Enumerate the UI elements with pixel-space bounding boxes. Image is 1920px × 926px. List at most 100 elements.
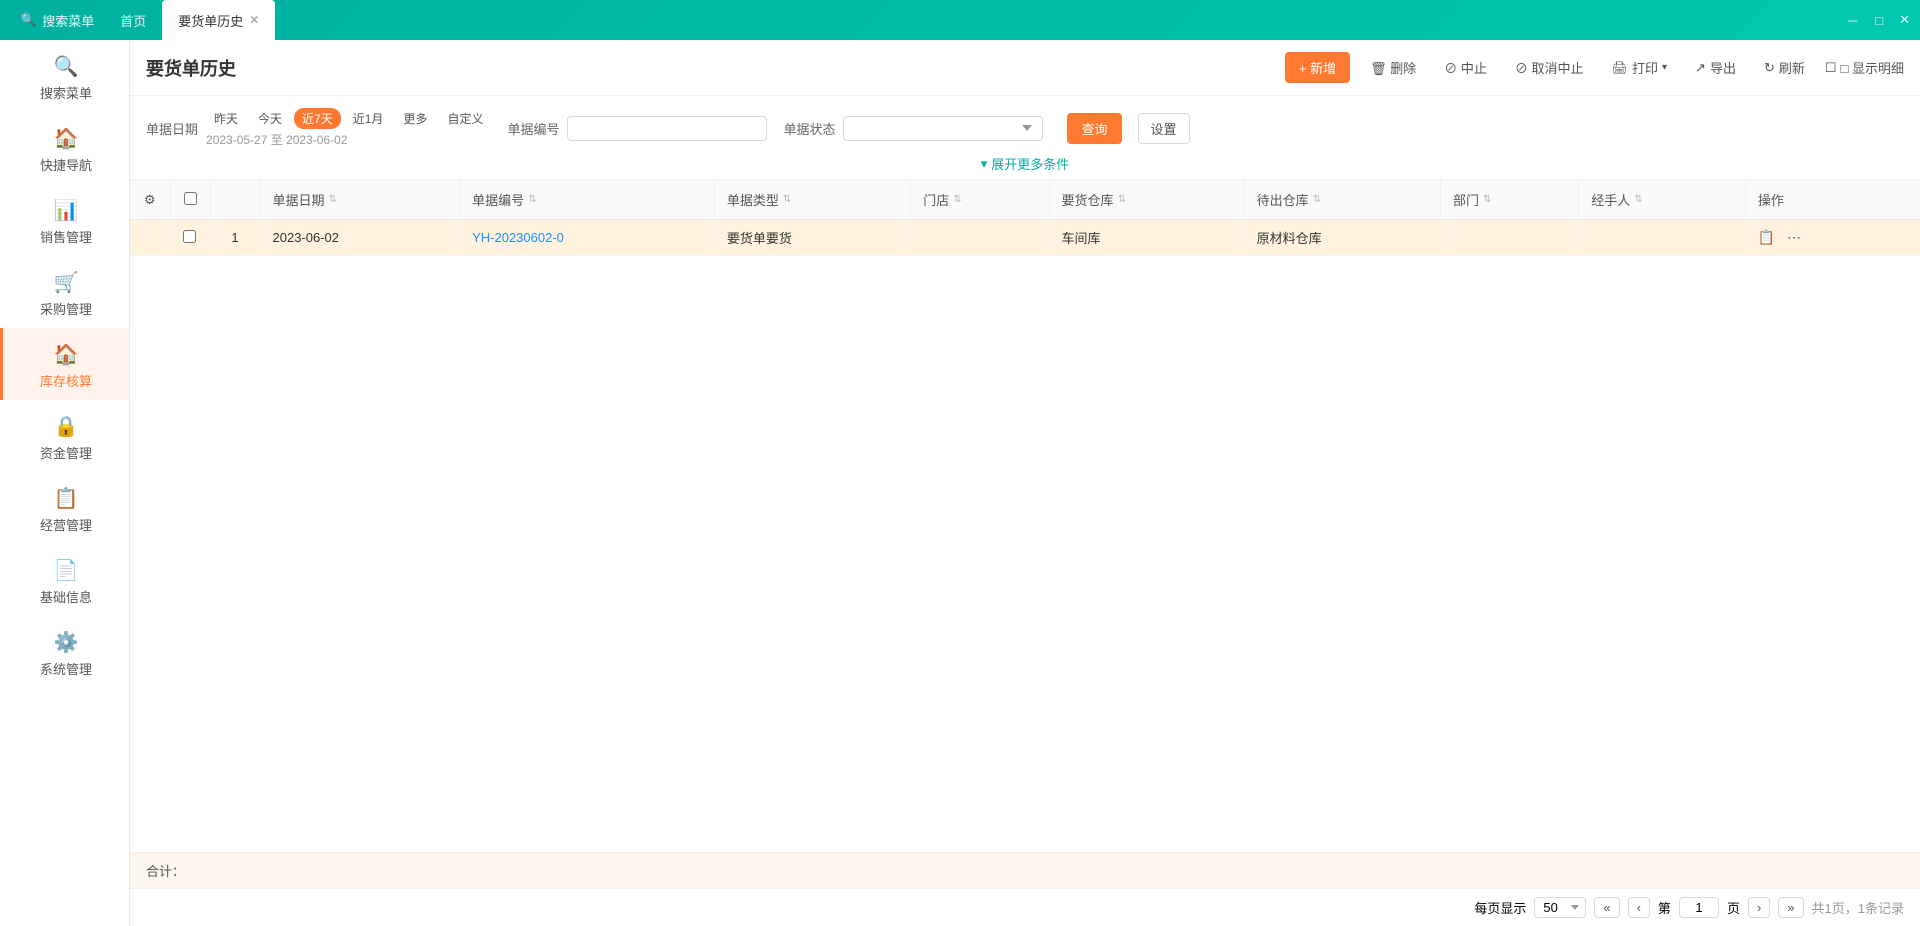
footer-total-label: 合计： [146,864,185,879]
col-settings[interactable]: ⚙ [130,180,170,220]
col-handler[interactable]: 经手人 ⇅ [1579,180,1746,220]
row-pending-warehouse: 原材料仓库 [1244,220,1440,256]
col-doc-no[interactable]: 单据编号 ⇅ [460,180,715,220]
stop-button[interactable]: ⊘ 中止 [1436,53,1495,82]
date-last7days[interactable]: 近7天 [294,108,341,129]
sidebar-item-quick-nav[interactable]: 🏠 快捷导航 [0,112,129,184]
system-icon: ⚙️ [54,630,79,655]
purchase-icon: 🛒 [54,270,79,295]
page-title: 要货单历史 [146,55,1285,81]
row-store [911,220,1049,256]
pagination-bar: 每页显示 10 20 50 100 « ‹ 第 页 › » 共1页，1条记录 [130,888,1920,926]
col-num [210,180,260,220]
toolbar: + 新增 🗑 删除 ⊘ 中止 ⊘ 取消中止 🖨 🖨 打印 打印 ▾ ↗ 导出 ↻… [1285,52,1904,83]
row-more-icon[interactable]: ⋯ [1787,229,1801,245]
maximize-icon[interactable]: □ [1875,13,1883,28]
tab-home[interactable]: 首页 [104,0,162,40]
col-store[interactable]: 门店 ⇅ [911,180,1049,220]
search-menu-label: 搜索菜单 [42,11,94,30]
row-settings [130,220,170,256]
row-actions: 📋 ⋯ [1745,220,1920,256]
date-custom[interactable]: 自定义 [439,108,491,129]
display-detail-checkbox-icon: ☐ [1825,60,1837,76]
row-handler [1579,220,1746,256]
row-doc-no: YH-20230602-0 [460,220,715,256]
date-yesterday[interactable]: 昨天 [206,108,246,129]
status-filter-group: 单据状态 [783,116,1043,141]
sidebar-item-basic-info[interactable]: 📄 基础信息 [0,544,129,616]
last-page-btn[interactable]: » [1778,897,1803,918]
date-filter-group: 单据日期 昨天 今天 近7天 近1月 更多 自定义 2023-05-27 至 2… [146,108,491,148]
finance-icon: 🔒 [54,414,79,439]
top-bar: 🔍 搜索菜单 首页 要货单历史 ✕ － □ ✕ [0,0,1920,40]
content-area: 要货单历史 + 新增 🗑 删除 ⊘ 中止 ⊘ 取消中止 🖨 🖨 打印 打印 ▾ … [130,40,1920,926]
row-req-warehouse: 车间库 [1049,220,1244,256]
refresh-icon: ↻ [1764,60,1775,76]
page-input[interactable] [1679,897,1719,918]
date-more[interactable]: 更多 [395,108,435,129]
next-page-btn[interactable]: › [1748,897,1770,918]
sort-docno-icon: ⇅ [528,194,536,205]
new-button[interactable]: + 新增 [1285,52,1350,83]
export-icon: ↗ [1695,60,1706,76]
sort-date-icon: ⇅ [329,194,337,205]
row-edit-icon[interactable]: 📋 [1758,229,1775,245]
table-body: 1 2023-06-02 YH-20230602-0 要货单要货 车间库 原材料… [130,220,1920,256]
table-area: ⚙ 单据日期 ⇅ 单据编号 [130,180,1920,852]
sidebar-item-inventory[interactable]: 🏠 库存核算 [0,328,129,400]
tab-purchase-history[interactable]: 要货单历史 ✕ [162,0,275,40]
doc-no-label: 单据编号 [507,119,559,138]
first-page-btn[interactable]: « [1594,897,1619,918]
sidebar-item-system[interactable]: ⚙️ 系统管理 [0,616,129,688]
sidebar-item-operations[interactable]: 📋 经营管理 [0,472,129,544]
minimize-icon[interactable]: － [1846,11,1859,30]
date-today[interactable]: 今天 [250,108,290,129]
tab-close-icon[interactable]: ✕ [249,13,259,27]
status-select[interactable] [843,116,1043,141]
query-button[interactable]: 查询 [1067,113,1121,144]
settings-button[interactable]: 设置 [1138,113,1190,144]
search-menu-icon: 🔍 [54,54,79,79]
window-controls: － □ ✕ [1846,11,1910,30]
col-req-warehouse[interactable]: 要货仓库 ⇅ [1049,180,1244,220]
sales-icon: 📊 [54,198,79,223]
doc-no-input[interactable] [567,116,767,141]
sidebar-item-sales[interactable]: 📊 销售管理 [0,184,129,256]
date-shortcuts: 昨天 今天 近7天 近1月 更多 自定义 [206,108,491,129]
operations-icon: 📋 [54,486,79,511]
date-range-display: 2023-05-27 至 2023-06-02 [206,131,491,148]
delete-button[interactable]: 🗑 删除 [1362,53,1424,82]
search-icon: 🔍 [20,12,36,28]
row-select-checkbox[interactable] [183,230,196,243]
col-doc-type[interactable]: 单据类型 ⇅ [714,180,910,220]
select-all-checkbox[interactable] [184,192,197,205]
sort-doctype-icon: ⇅ [783,194,791,205]
refresh-button[interactable]: ↻ 刷新 [1756,53,1813,82]
export-button[interactable]: ↗ 导出 [1687,53,1744,82]
row-date: 2023-06-02 [260,220,460,256]
display-detail-toggle[interactable]: ☐ □ 显示明细 [1825,58,1904,77]
print-button[interactable]: 🖨 🖨 打印 打印 ▾ [1603,53,1675,82]
col-department[interactable]: 部门 ⇅ [1440,180,1578,220]
data-table: ⚙ 单据日期 ⇅ 单据编号 [130,180,1920,256]
print-dropdown-icon: ▾ [1662,62,1667,73]
close-icon[interactable]: ✕ [1899,12,1910,28]
table-row[interactable]: 1 2023-06-02 YH-20230602-0 要货单要货 车间库 原材料… [130,220,1920,256]
expand-more-btn[interactable]: ▾ 展开更多条件 [146,154,1904,173]
sidebar-item-purchase[interactable]: 🛒 采购管理 [0,256,129,328]
col-date[interactable]: 单据日期 ⇅ [260,180,460,220]
col-pending-warehouse[interactable]: 待出仓库 ⇅ [1244,180,1440,220]
date-last1month[interactable]: 近1月 [345,108,392,129]
prev-page-btn[interactable]: ‹ [1628,897,1650,918]
col-checkbox [170,180,210,220]
main-layout: 🔍 搜索菜单 🏠 快捷导航 📊 销售管理 🛒 采购管理 🏠 库存核算 🔒 资金管… [0,40,1920,926]
filter-bar: 单据日期 昨天 今天 近7天 近1月 更多 自定义 2023-05-27 至 2… [130,96,1920,180]
page-size-select[interactable]: 10 20 50 100 [1534,897,1586,918]
sidebar-item-finance[interactable]: 🔒 资金管理 [0,400,129,472]
doc-no-link[interactable]: YH-20230602-0 [472,230,564,245]
row-department [1440,220,1578,256]
search-menu-item[interactable]: 🔍 搜索菜单 [10,0,104,40]
cancel-stop-button[interactable]: ⊘ 取消中止 [1507,53,1592,82]
sort-reqwh-icon: ⇅ [1118,194,1126,205]
sidebar-item-search[interactable]: 🔍 搜索菜单 [0,40,129,112]
